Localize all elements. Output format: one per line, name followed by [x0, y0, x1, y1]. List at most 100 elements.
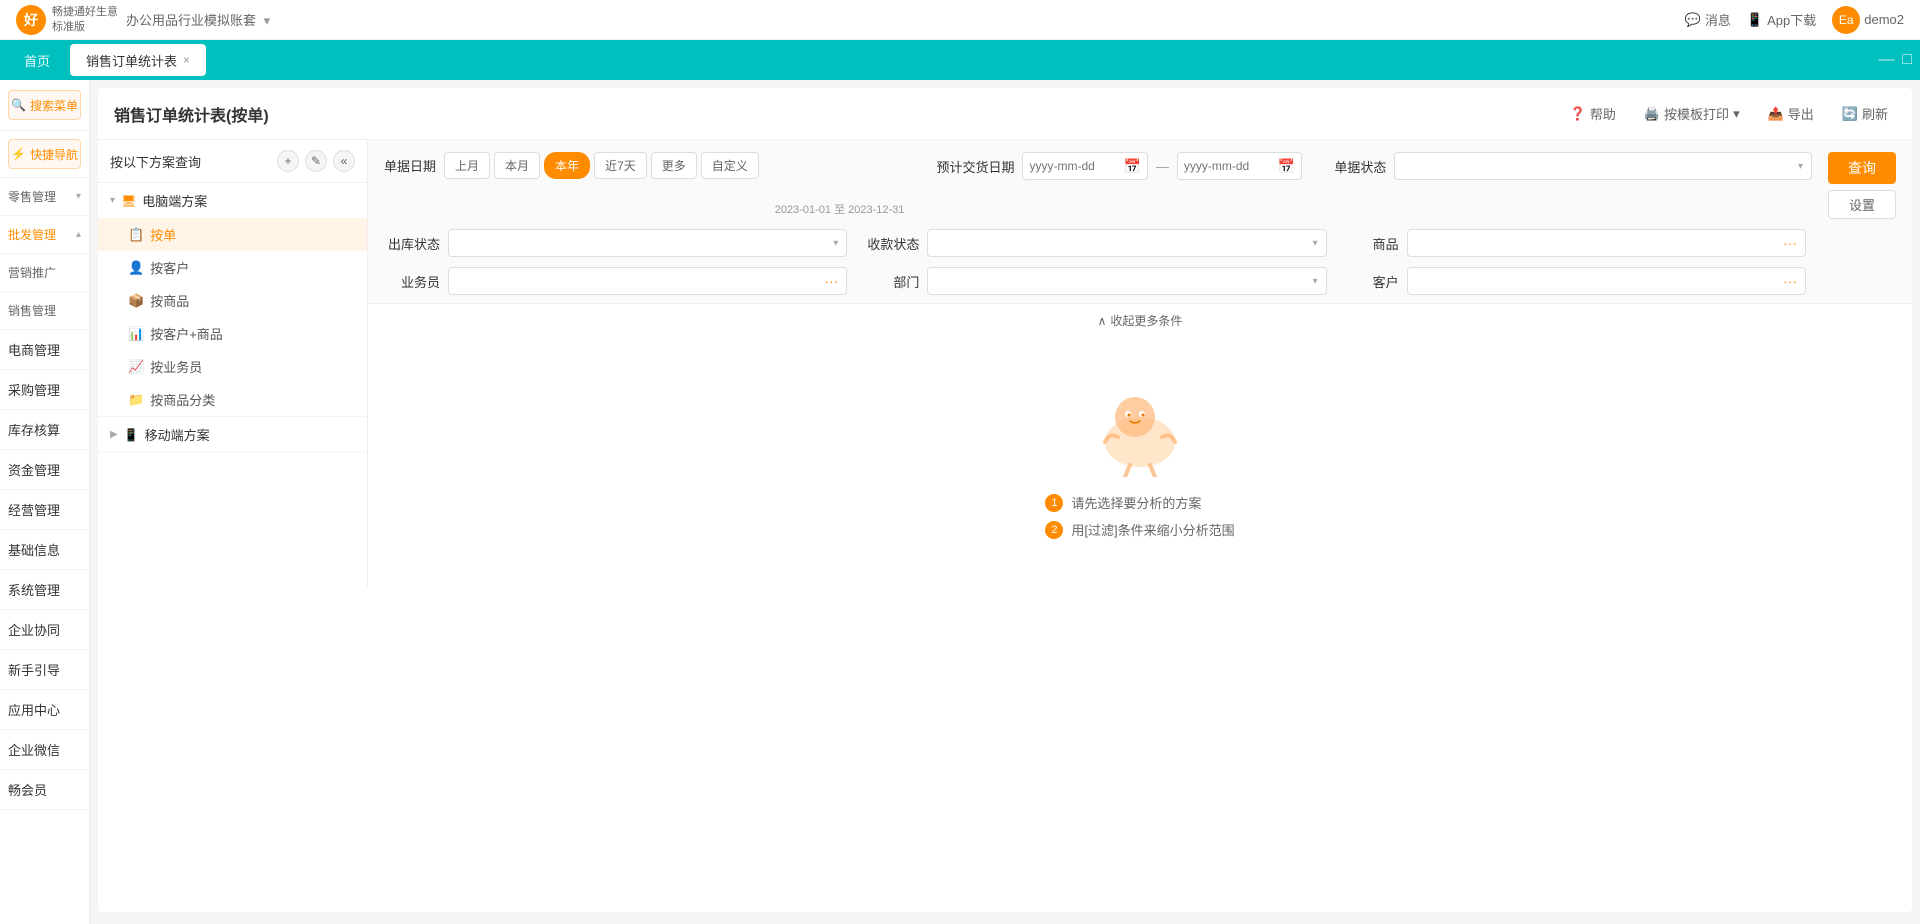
last7days-button[interactable]: 近7天: [594, 152, 647, 179]
data-area: 1 请先选择要分析的方案 2 用[过滤]条件来缩小分析范围: [368, 337, 1912, 587]
status-select-arrow: ▾: [1798, 161, 1803, 172]
sidebar-item-system[interactable]: 系统管理: [0, 570, 89, 610]
content-body: 按以下方案查询 + ✎ « ▾ 🖥 电脑端方案: [98, 140, 1912, 587]
receive-status-arrow: ▾: [1313, 238, 1318, 249]
plan-group-pc: ▾ 🖥 电脑端方案 📋 按单 👤 按客户: [98, 183, 367, 417]
customer-input[interactable]: ···: [1407, 267, 1806, 295]
sidebar-item-operations[interactable]: 经营管理: [0, 490, 89, 530]
plan-item-by-customer-goods[interactable]: 📊 按客户+商品: [98, 317, 367, 350]
mobile-icon: 📱: [124, 428, 139, 442]
main-content: 销售订单统计表(按单) ❓ 帮助 🖨️ 按模板打印 ▾ 📤 导出: [90, 80, 1920, 924]
this-month-button[interactable]: 本月: [494, 152, 540, 179]
custom-date-button[interactable]: 自定义: [701, 152, 759, 179]
tab-home[interactable]: 首页: [8, 44, 66, 76]
sidebar-item-vip[interactable]: 畅会员: [0, 770, 89, 810]
empty-svg: [1080, 377, 1200, 477]
customer-label: 客户: [1343, 272, 1399, 291]
logo-area: 好 畅捷通好生意 标准版: [16, 5, 118, 35]
goods-label: 商品: [1343, 234, 1399, 253]
plan-group-mobile-header[interactable]: ▶ 📱 移动端方案: [98, 417, 367, 452]
receive-status-select[interactable]: ▾: [927, 229, 1326, 257]
tab-close-icon[interactable]: ×: [183, 53, 190, 67]
plan-item-by-goods[interactable]: 📦 按商品: [98, 284, 367, 317]
salesman-more-btn[interactable]: ···: [824, 273, 838, 289]
sidebar-item-base-info[interactable]: 基础信息: [0, 530, 89, 570]
plan-item-by-salesman[interactable]: 📈 按业务员: [98, 350, 367, 383]
ship-status-label: 出库状态: [384, 234, 440, 253]
ship-status-filter: 出库状态 ▾: [384, 229, 847, 257]
collapse-more-button[interactable]: ∧ 收起更多条件: [368, 304, 1912, 337]
quick-nav-button[interactable]: ⚡ 快捷导航: [8, 139, 81, 169]
add-plan-button[interactable]: +: [277, 150, 299, 172]
date-filter: 单据日期 上月 本月 本年 近7天 更多 自定义: [384, 152, 759, 179]
collapse-plan-button[interactable]: «: [333, 150, 355, 172]
plan-group-pc-header[interactable]: ▾ 🖥 电脑端方案: [98, 183, 367, 218]
export-button[interactable]: 📤 导出: [1760, 100, 1822, 127]
expand-button[interactable]: □: [1902, 51, 1912, 69]
sidebar-item-retail[interactable]: 零售管理 ▾: [0, 178, 89, 216]
customer-goods-icon: 📊: [128, 326, 144, 342]
empty-tip-1: 1 请先选择要分析的方案: [1045, 493, 1234, 512]
predicted-date-from-field[interactable]: [1029, 159, 1119, 173]
tab-sales-stats[interactable]: 销售订单统计表 ×: [70, 44, 206, 76]
dept-select[interactable]: ▾: [927, 267, 1326, 295]
customer-filter: 客户 ···: [1343, 267, 1806, 295]
predicted-date-label: 预计交货日期: [936, 157, 1014, 176]
sidebar-item-finance[interactable]: 资金管理: [0, 450, 89, 490]
last-month-button[interactable]: 上月: [444, 152, 490, 179]
query-button[interactable]: 查询: [1828, 152, 1896, 184]
sidebar-item-corp-collab[interactable]: 企业协同: [0, 610, 89, 650]
this-year-button[interactable]: 本年: [544, 152, 590, 179]
calendar-to-icon[interactable]: 📅: [1278, 158, 1295, 175]
sidebar-item-marketing[interactable]: 营销推广: [0, 254, 89, 292]
sidebar-item-purchase[interactable]: 采购管理: [0, 370, 89, 410]
message-button[interactable]: 💬 消息: [1685, 10, 1731, 29]
sidebar-item-sales-mgmt[interactable]: 销售管理: [0, 292, 89, 330]
page-header: 销售订单统计表(按单) ❓ 帮助 🖨️ 按模板打印 ▾ 📤 导出: [98, 88, 1912, 140]
sidebar-item-ecommerce[interactable]: 电商管理: [0, 330, 89, 370]
nav-tabs: 首页 销售订单统计表 × — □: [0, 40, 1920, 80]
status-filter: 单据状态 ▾: [1334, 152, 1812, 180]
more-date-button[interactable]: 更多: [651, 152, 697, 179]
empty-state: 1 请先选择要分析的方案 2 用[过滤]条件来缩小分析范围: [1045, 377, 1234, 547]
empty-tips-list: 1 请先选择要分析的方案 2 用[过滤]条件来缩小分析范围: [1045, 493, 1234, 547]
sidebar-nav-btn-area: ⚡ 快捷导航: [0, 131, 89, 178]
predicted-date-to-input[interactable]: 📅: [1177, 152, 1302, 180]
filter-section: 单据日期 上月 本月 本年 近7天 更多 自定义: [368, 140, 1912, 304]
status-select[interactable]: ▾: [1394, 152, 1812, 180]
date-quick-btns: 上月 本月 本年 近7天 更多 自定义: [444, 152, 759, 179]
customer-more-btn[interactable]: ···: [1783, 273, 1797, 289]
predicted-date-from-input[interactable]: 📅: [1022, 152, 1147, 180]
refresh-button[interactable]: 🔄 刷新: [1834, 100, 1896, 127]
chevron-down-icon: ▾: [76, 191, 81, 202]
print-button[interactable]: 🖨️ 按模板打印 ▾: [1636, 100, 1748, 127]
setting-button[interactable]: 设置: [1828, 190, 1896, 219]
app-download-button[interactable]: 📱 App下载: [1747, 10, 1816, 29]
page-actions: ❓ 帮助 🖨️ 按模板打印 ▾ 📤 导出 🔄 刷新: [1562, 100, 1896, 127]
sidebar-item-app-center[interactable]: 应用中心: [0, 690, 89, 730]
search-menu-button[interactable]: 🔍 搜索菜单: [8, 90, 81, 120]
dept-filter: 部门 ▾: [863, 267, 1326, 295]
predicted-date-to-field[interactable]: [1184, 159, 1274, 173]
ship-status-select[interactable]: ▾: [448, 229, 847, 257]
plan-item-by-order[interactable]: 📋 按单: [98, 218, 367, 251]
plan-item-by-customer[interactable]: 👤 按客户: [98, 251, 367, 284]
calendar-from-icon[interactable]: 📅: [1123, 158, 1140, 175]
refresh-icon: 🔄: [1842, 106, 1858, 122]
goods-more-btn[interactable]: ···: [1783, 235, 1797, 251]
group-expand-icon: ▾: [110, 195, 115, 206]
salesman-input[interactable]: ···: [448, 267, 847, 295]
shrink-button[interactable]: —: [1878, 51, 1894, 69]
edit-plan-button[interactable]: ✎: [305, 150, 327, 172]
plan-group-mobile: ▶ 📱 移动端方案: [98, 417, 367, 453]
sidebar-item-inventory[interactable]: 库存核算: [0, 410, 89, 450]
sidebar-item-corp-wechat[interactable]: 企业微信: [0, 730, 89, 770]
sidebar-item-wholesale[interactable]: 批发管理 ▴: [0, 216, 89, 254]
salesman-icon: 📈: [128, 359, 144, 375]
monitor-icon: 🖥: [121, 194, 136, 208]
user-area[interactable]: Ea demo2: [1832, 6, 1904, 34]
sidebar-item-newbie[interactable]: 新手引导: [0, 650, 89, 690]
help-button[interactable]: ❓ 帮助: [1562, 100, 1624, 127]
goods-input[interactable]: ···: [1407, 229, 1806, 257]
plan-item-by-goods-cat[interactable]: 📁 按商品分类: [98, 383, 367, 416]
